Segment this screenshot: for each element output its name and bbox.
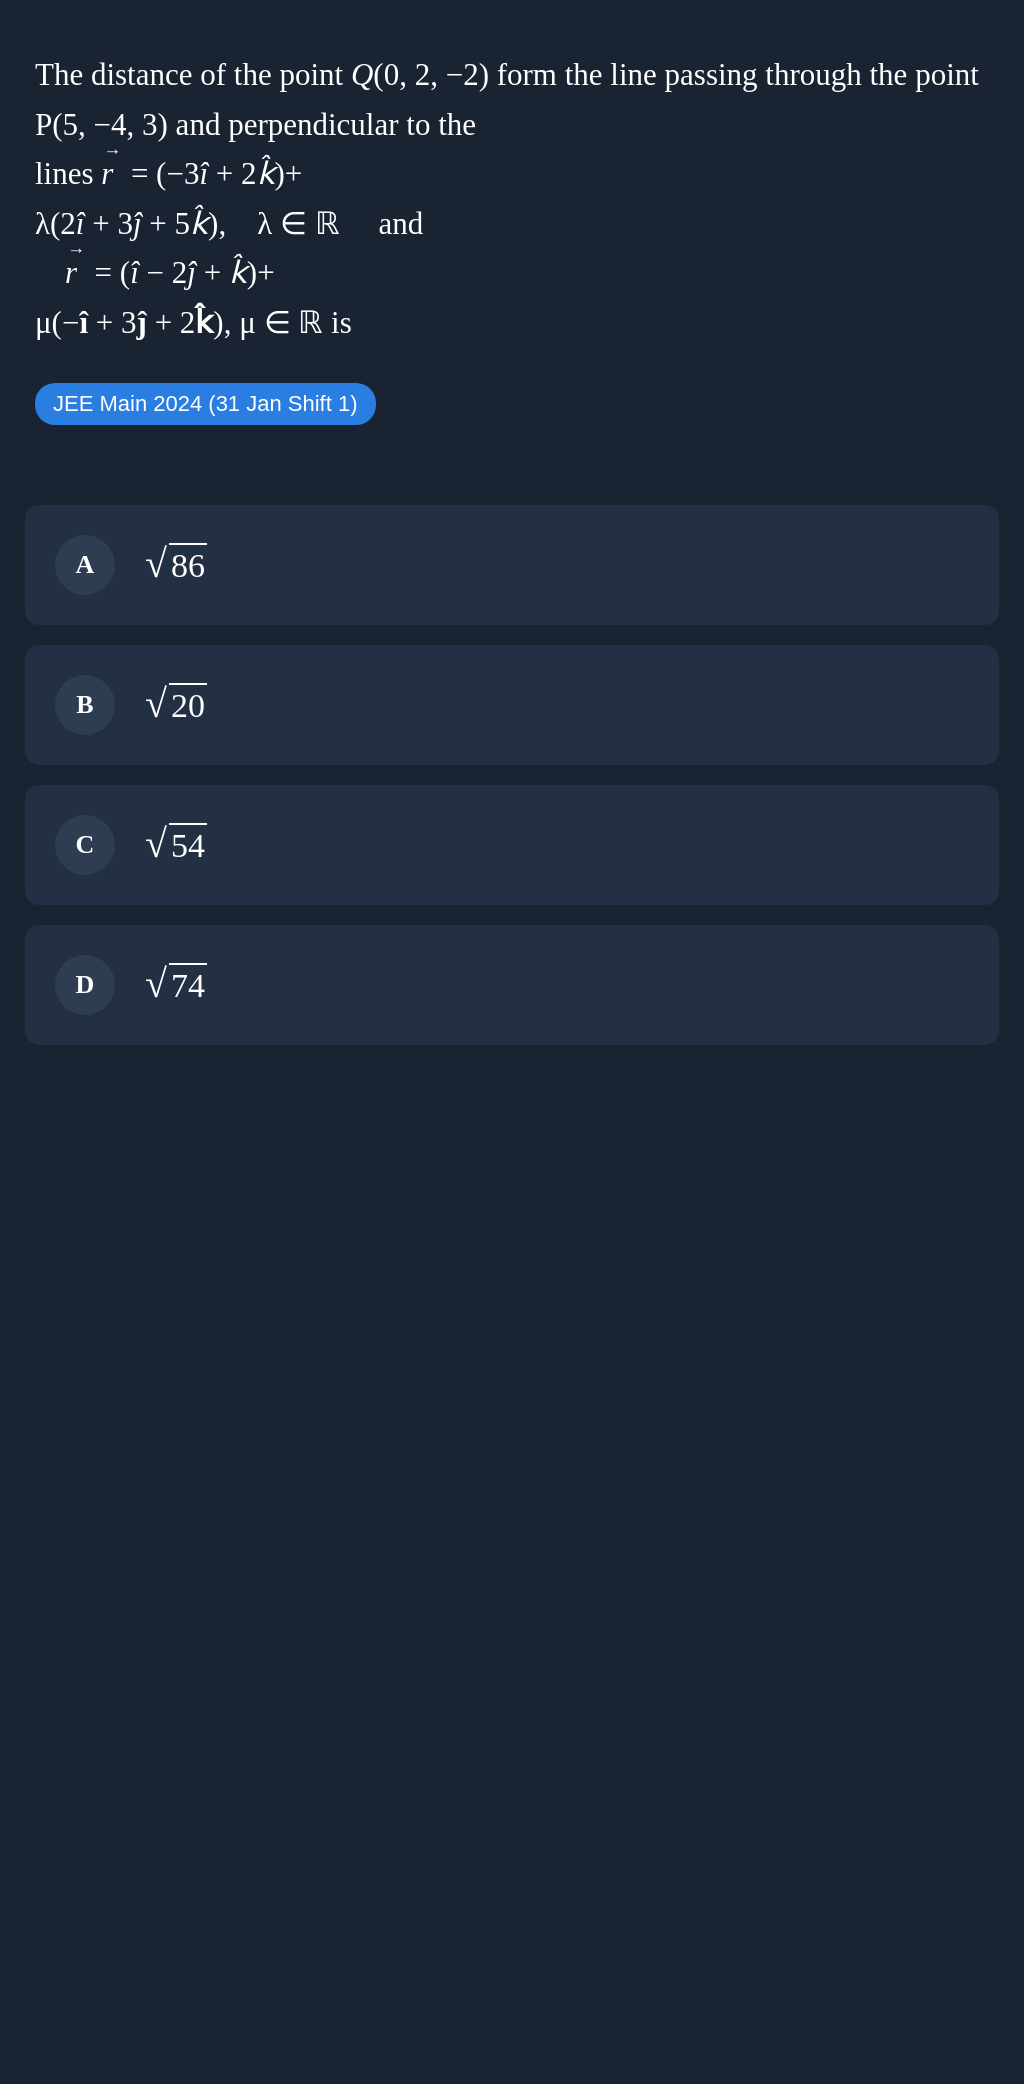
option-a-card[interactable]: A √ 86	[25, 505, 999, 625]
option-c-card[interactable]: C √ 54	[25, 785, 999, 905]
question-intro: The distance of the point Q(0, 2, −2) fo…	[35, 57, 979, 142]
question-container: The distance of the point Q(0, 2, −2) fo…	[25, 30, 999, 465]
question-line1: lines → r = (−3î + 2k̂)+	[35, 156, 302, 191]
option-b-card[interactable]: B √ 20	[25, 645, 999, 765]
option-b-label: B	[55, 675, 115, 735]
option-a-value: √ 86	[145, 543, 207, 586]
question-line2-param: μ(−î + 3ĵ + 2k̂), μ ∈ ℝ is	[35, 305, 352, 340]
option-d-card[interactable]: D √ 74	[25, 925, 999, 1045]
option-d-value: √ 74	[145, 963, 207, 1006]
question-text: The distance of the point Q(0, 2, −2) fo…	[35, 50, 989, 348]
option-a-label: A	[55, 535, 115, 595]
question-line1-param: λ(2î + 3ĵ + 5k̂), λ ∈ ℝ and	[35, 206, 423, 241]
option-d-label: D	[55, 955, 115, 1015]
tag-badge: JEE Main 2024 (31 Jan Shift 1)	[35, 373, 989, 435]
option-c-label: C	[55, 815, 115, 875]
question-line2: → r = (î − 2ĵ + k̂)+	[65, 248, 275, 298]
options-container: A √ 86 B √ 20 C √ 54	[25, 505, 999, 1045]
option-c-value: √ 54	[145, 823, 207, 866]
option-b-value: √ 20	[145, 683, 207, 726]
